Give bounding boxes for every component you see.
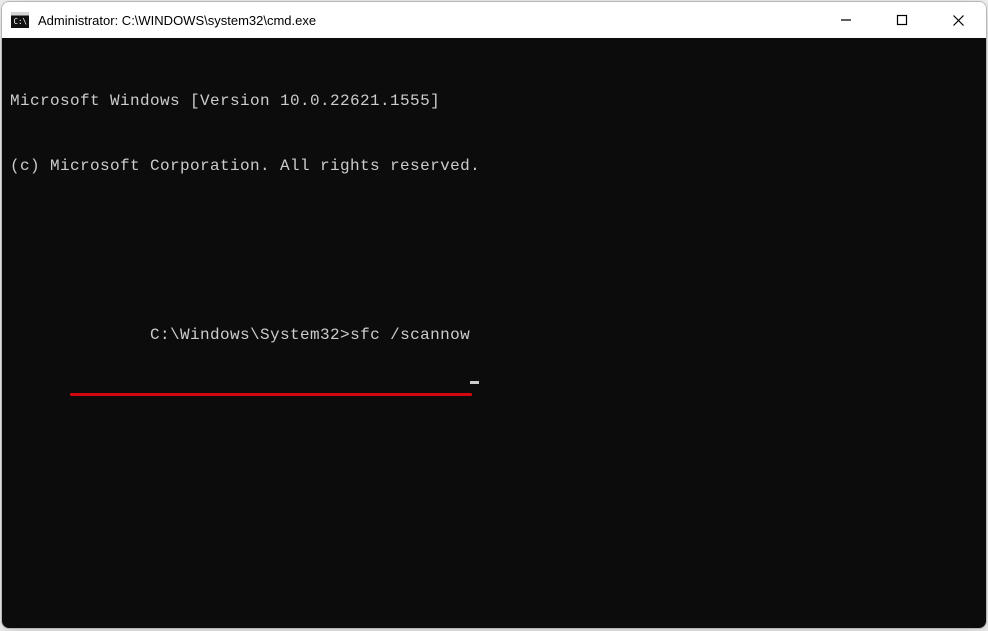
annotation-underline (70, 393, 472, 396)
titlebar-left: C:\ Administrator: C:\WINDOWS\system32\c… (10, 10, 316, 30)
minimize-button[interactable] (818, 2, 874, 38)
terminal-area[interactable]: Microsoft Windows [Version 10.0.22621.15… (2, 38, 986, 628)
terminal-prompt-line: C:\Windows\System32>sfc /scannow (10, 282, 978, 412)
terminal-output-line: Microsoft Windows [Version 10.0.22621.15… (10, 91, 978, 113)
close-button[interactable] (930, 2, 986, 38)
cmd-window: C:\ Administrator: C:\WINDOWS\system32\c… (1, 1, 987, 629)
cmd-prompt-icon: C:\ (10, 10, 30, 30)
terminal-blank-line (10, 221, 978, 239)
text-cursor (470, 381, 479, 384)
window-title: Administrator: C:\WINDOWS\system32\cmd.e… (38, 13, 316, 28)
terminal-output-line: (c) Microsoft Corporation. All rights re… (10, 156, 978, 178)
maximize-button[interactable] (874, 2, 930, 38)
window-controls (818, 2, 986, 38)
prompt-text: C:\Windows\System32> (150, 326, 350, 344)
titlebar[interactable]: C:\ Administrator: C:\WINDOWS\system32\c… (2, 2, 986, 38)
command-text: sfc /scannow (350, 326, 470, 344)
svg-text:C:\: C:\ (14, 17, 28, 26)
